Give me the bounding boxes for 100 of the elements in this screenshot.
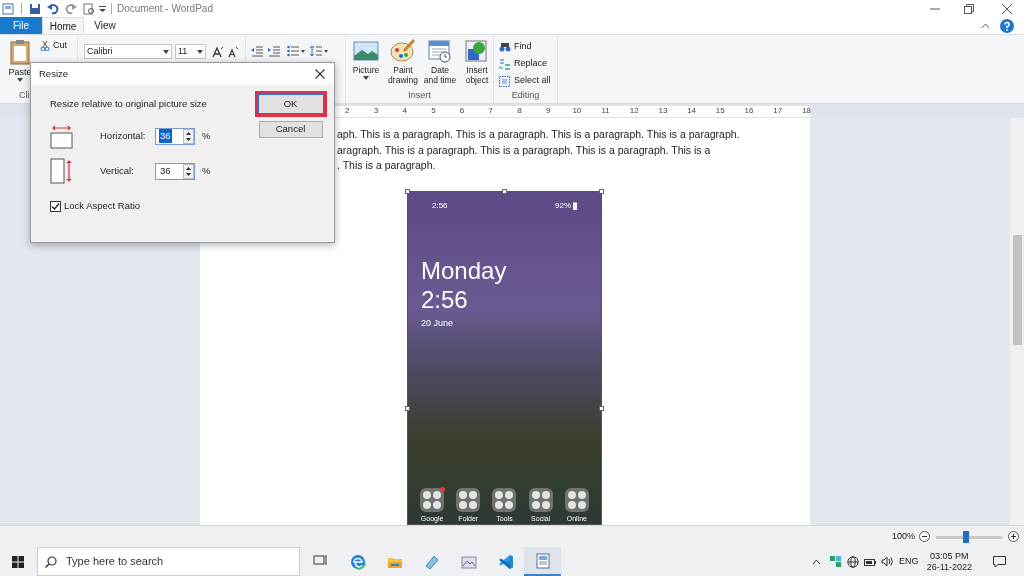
percent-unit: % bbox=[202, 128, 211, 143]
select-all-icon bbox=[499, 75, 511, 87]
dialog-instruction: Resize relative to original picture size bbox=[50, 97, 208, 111]
editing-tool-button[interactable]: Replace bbox=[499, 57, 557, 71]
clock-date[interactable]: 26-11-2022 bbox=[926, 561, 972, 573]
horizontal-resize-icon bbox=[50, 123, 74, 149]
notifications-icon[interactable] bbox=[993, 555, 1006, 568]
caret-icon bbox=[163, 49, 169, 54]
insert-tool-button[interactable]: Paint drawing bbox=[385, 39, 421, 89]
undo-icon[interactable] bbox=[47, 2, 59, 15]
paste-button[interactable]: Paste bbox=[8, 39, 32, 89]
tray-app-icon[interactable] bbox=[830, 556, 842, 567]
bullet-list-icon[interactable] bbox=[287, 45, 306, 57]
caret-icon bbox=[17, 78, 23, 82]
shrink-font-icon[interactable] bbox=[227, 46, 239, 58]
vertical-resize-icon bbox=[50, 158, 74, 184]
insert-tool-button[interactable]: Insert object bbox=[459, 39, 495, 89]
ruler-number: 15 bbox=[714, 106, 726, 116]
increase-indent-icon[interactable] bbox=[268, 45, 281, 57]
line-spacing-icon[interactable] bbox=[310, 45, 329, 57]
wordpad-icon bbox=[534, 552, 551, 569]
resize-handle[interactable] bbox=[599, 405, 604, 411]
dialog-button[interactable]: OK bbox=[254, 91, 327, 117]
font-family-dropdown[interactable]: Calibri bbox=[84, 44, 172, 59]
ribbon-tab[interactable]: Home bbox=[42, 17, 84, 34]
app-folder[interactable] bbox=[456, 488, 481, 512]
paragraph-line: aph. This is a paragraph. This is a paragraph. This is a paragraph. This is a paragraph. bbox=[337, 127, 741, 142]
palette-icon bbox=[390, 39, 416, 63]
ruler-number: 4 bbox=[401, 106, 408, 116]
dialog-button[interactable]: Cancel bbox=[258, 121, 323, 138]
spinner-arrows-icon bbox=[183, 163, 194, 179]
chevron-up-icon[interactable] bbox=[812, 558, 822, 565]
close-icon[interactable] bbox=[315, 69, 325, 79]
app-folder[interactable] bbox=[420, 488, 445, 512]
ruler-number: 11 bbox=[600, 106, 611, 116]
code-editor-icon bbox=[497, 553, 514, 570]
field-label: Horizontal: bbox=[100, 128, 147, 143]
ruler-number: 18 bbox=[800, 106, 812, 116]
paragraph-line: . This is a paragraph. bbox=[337, 158, 437, 173]
windows-start-icon[interactable] bbox=[12, 555, 24, 568]
insert-tool-button[interactable]: Date and time bbox=[422, 39, 458, 89]
caret-icon[interactable] bbox=[99, 4, 106, 13]
redo-icon[interactable] bbox=[65, 2, 77, 15]
resize-handle[interactable] bbox=[502, 188, 507, 194]
input-language[interactable]: ENG bbox=[899, 554, 919, 569]
zoom-out-icon[interactable] bbox=[919, 531, 930, 542]
cut-button[interactable]: Cut bbox=[40, 39, 67, 53]
file-menu-tab[interactable]: File bbox=[0, 17, 42, 34]
field-value: 36 bbox=[159, 163, 172, 178]
app-folder[interactable] bbox=[564, 488, 589, 512]
search-box[interactable]: Type here to search bbox=[37, 547, 300, 576]
zoom-slider[interactable] bbox=[936, 530, 1002, 543]
lock-aspect-ratio-checkbox[interactable]: Lock Aspect Ratio bbox=[50, 199, 254, 214]
app-folder[interactable] bbox=[492, 488, 517, 512]
decrease-indent-icon[interactable] bbox=[251, 45, 264, 57]
window-title: Document - WordPad bbox=[117, 2, 213, 16]
taskbar-app[interactable] bbox=[524, 547, 561, 576]
lock-screen-time: 2:56 bbox=[420, 285, 469, 314]
close-icon[interactable] bbox=[1002, 3, 1012, 14]
ruler-number: 12 bbox=[628, 106, 640, 116]
editing-tool-button[interactable]: Find bbox=[499, 40, 557, 54]
zoom-percentage: 100% bbox=[891, 529, 915, 543]
print-preview-icon[interactable] bbox=[83, 2, 95, 15]
ruler-number: 3 bbox=[372, 106, 380, 116]
paragraph-line: aragraph. This is a paragraph. This is a paragraph. This is a paragraph. This is a bbox=[337, 142, 712, 158]
vertical-scrollbar[interactable] bbox=[1010, 118, 1024, 525]
battery-icon[interactable] bbox=[864, 556, 877, 567]
search-input[interactable]: Type here to search bbox=[66, 553, 299, 570]
battery-icon bbox=[573, 201, 577, 210]
insert-tool-button[interactable]: Picture bbox=[348, 39, 384, 89]
field-label: Vertical: bbox=[100, 163, 135, 178]
app-folder[interactable] bbox=[528, 488, 553, 512]
ruler-number: 2 bbox=[344, 106, 351, 116]
editing-tool-button[interactable]: Select all bbox=[499, 74, 557, 88]
collapse-ribbon-icon[interactable] bbox=[981, 22, 990, 29]
globe-icon[interactable] bbox=[847, 555, 860, 568]
ruler-number: 14 bbox=[686, 106, 698, 116]
percent-unit: % bbox=[202, 163, 211, 178]
font-size-dropdown[interactable]: 11 bbox=[175, 44, 206, 59]
spinner-arrows-icon bbox=[183, 128, 194, 144]
spin-field[interactable]: 36 bbox=[155, 127, 195, 145]
spin-field[interactable]: 36 bbox=[155, 162, 195, 180]
caret-icon bbox=[197, 49, 203, 54]
scrollbar-thumb[interactable] bbox=[1012, 235, 1022, 345]
ruler-number: 17 bbox=[772, 106, 784, 116]
notepad-icon bbox=[423, 553, 440, 570]
resize-handle[interactable] bbox=[405, 188, 410, 194]
clock-time[interactable]: 03:05 PM bbox=[930, 550, 969, 562]
grow-font-icon[interactable] bbox=[212, 46, 224, 58]
resize-handle[interactable] bbox=[599, 188, 604, 194]
ruler-number: 13 bbox=[657, 106, 669, 116]
speaker-icon[interactable] bbox=[881, 556, 894, 567]
zoom-in-icon[interactable] bbox=[1008, 531, 1019, 542]
resize-handle[interactable] bbox=[405, 405, 410, 411]
help-icon[interactable] bbox=[1000, 18, 1014, 33]
caret-icon bbox=[363, 76, 369, 80]
zoom-slider-thumb[interactable] bbox=[962, 530, 969, 543]
binoculars-icon bbox=[499, 41, 511, 53]
save-icon[interactable] bbox=[29, 2, 41, 15]
restore-icon[interactable] bbox=[964, 3, 974, 14]
